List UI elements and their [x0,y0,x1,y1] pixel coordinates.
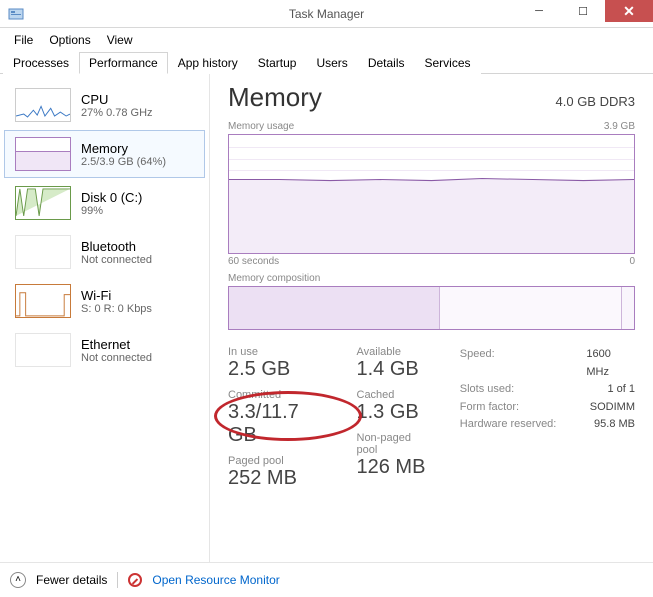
bluetooth-thumb [15,235,71,269]
footer-separator [117,572,118,588]
usage-chart-max: 3.9 GB [604,121,635,132]
tab-app-history[interactable]: App history [168,52,248,74]
form-key: Form factor: [460,399,570,417]
menu-file[interactable]: File [6,31,41,49]
close-button[interactable]: ✕ [605,0,653,22]
wifi-sub: S: 0 R: 0 Kbps [81,303,152,315]
sidebar-item-ethernet[interactable]: EthernetNot connected [4,326,205,374]
inuse-label: In use [228,346,327,358]
axis-right: 0 [629,256,635,267]
slots-key: Slots used: [460,381,570,399]
speed-key: Speed: [460,346,567,381]
memory-usage-chart[interactable] [228,134,635,254]
memory-title: Memory [81,141,166,156]
ethernet-thumb [15,333,71,367]
available-label: Available [357,346,430,358]
speed-val: 1600 MHz [586,346,635,381]
available-value: 1.4 GB [357,358,430,381]
tab-users[interactable]: Users [306,52,357,74]
main-panel: Memory 4.0 GB DDR3 Memory usage 3.9 GB 60… [210,74,653,562]
nonpaged-value: 126 MB [357,456,430,479]
open-resource-monitor-link[interactable]: Open Resource Monitor [152,573,279,587]
footer: ˄ Fewer details Open Resource Monitor [0,562,653,596]
memory-sub: 2.5/3.9 GB (64%) [81,156,166,168]
titlebar[interactable]: Task Manager ─ ☐ ✕ [0,0,653,28]
reserved-key: Hardware reserved: [460,416,570,434]
sidebar-item-bluetooth[interactable]: BluetoothNot connected [4,228,205,276]
committed-value: 3.3/11.7 GB [228,401,327,447]
axis-left: 60 seconds [228,256,279,267]
ethernet-sub: Not connected [81,352,152,364]
menu-options[interactable]: Options [41,31,98,49]
page-subtitle: 4.0 GB DDR3 [556,94,635,109]
tab-performance[interactable]: Performance [79,52,168,74]
bluetooth-title: Bluetooth [81,239,152,254]
sidebar-item-wifi[interactable]: Wi-FiS: 0 R: 0 Kbps [4,277,205,325]
wifi-thumb [15,284,71,318]
committed-label: Committed [228,389,327,401]
cpu-thumb [15,88,71,122]
menubar: File Options View [0,28,653,51]
tab-startup[interactable]: Startup [248,52,307,74]
tab-services[interactable]: Services [415,52,481,74]
sidebar: CPU27% 0.78 GHz Memory2.5/3.9 GB (64%) D… [0,74,210,562]
cached-value: 1.3 GB [357,401,430,424]
sidebar-item-memory[interactable]: Memory2.5/3.9 GB (64%) [4,130,205,178]
disk-sub: 99% [81,205,142,217]
composition-label: Memory composition [228,273,320,284]
cpu-title: CPU [81,92,153,107]
chevron-up-icon: ˄ [10,572,26,588]
memory-thumb [15,137,71,171]
cpu-sub: 27% 0.78 GHz [81,107,153,119]
inuse-value: 2.5 GB [228,358,327,381]
usage-chart-label: Memory usage [228,121,294,132]
pagedpool-value: 252 MB [228,467,327,490]
app-icon [8,6,24,22]
slots-val: 1 of 1 [607,381,635,399]
maximize-button[interactable]: ☐ [561,0,605,22]
cached-label: Cached [357,389,430,401]
ethernet-title: Ethernet [81,337,152,352]
wifi-title: Wi-Fi [81,288,152,303]
nonpaged-label: Non-paged pool [357,432,430,456]
memory-composition-chart[interactable] [228,286,635,330]
pagedpool-label: Paged pool [228,455,327,467]
resource-monitor-icon [128,573,142,587]
disk-thumb [15,186,71,220]
sidebar-item-cpu[interactable]: CPU27% 0.78 GHz [4,81,205,129]
tab-bar: Processes Performance App history Startu… [0,51,653,74]
reserved-val: 95.8 MB [594,416,635,434]
form-val: SODIMM [590,399,635,417]
disk-title: Disk 0 (C:) [81,190,142,205]
tab-details[interactable]: Details [358,52,415,74]
menu-view[interactable]: View [99,31,141,49]
sidebar-item-disk[interactable]: Disk 0 (C:)99% [4,179,205,227]
fewer-details-link[interactable]: Fewer details [36,573,107,587]
page-title: Memory [228,82,322,113]
minimize-button[interactable]: ─ [517,0,561,22]
bluetooth-sub: Not connected [81,254,152,266]
tab-processes[interactable]: Processes [3,52,79,74]
